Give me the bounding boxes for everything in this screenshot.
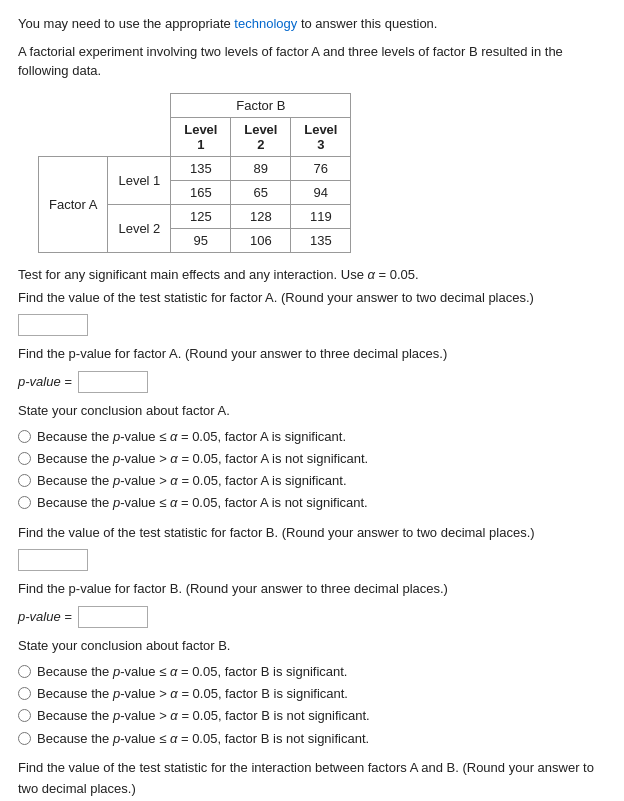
experiment-description: A factorial experiment involving two lev… (18, 42, 606, 81)
cell-a2b3-r1: 119 (291, 204, 351, 228)
cell-a1b1-r2: 165 (171, 180, 231, 204)
factor-b-statistic-instruction: Find the value of the test statistic for… (18, 523, 606, 544)
factor-a-option-2-text: Because the p-value > α = 0.05, factor A… (37, 450, 368, 468)
factor-a-option-1[interactable]: Because the p-value ≤ α = 0.05, factor A… (18, 428, 606, 446)
factor-b-option-1-text: Because the p-value ≤ α = 0.05, factor B… (37, 663, 347, 681)
factor-b-pvalue-input[interactable] (78, 606, 148, 628)
col-header-2: Level 2 (231, 117, 291, 156)
cell-a2b1-r1: 125 (171, 204, 231, 228)
factor-a-option-4-text: Because the p-value ≤ α = 0.05, factor A… (37, 494, 368, 512)
factor-a-radio-group: Because the p-value ≤ α = 0.05, factor A… (18, 428, 606, 513)
factor-b-conclusion-label: State your conclusion about factor B. (18, 636, 606, 657)
factor-b-option-3[interactable]: Because the p-value > α = 0.05, factor B… (18, 707, 606, 725)
factor-a-radio-1[interactable] (18, 430, 31, 443)
factor-b-radio-1[interactable] (18, 665, 31, 678)
factor-a-radio-3[interactable] (18, 474, 31, 487)
factor-b-option-4[interactable]: Because the p-value ≤ α = 0.05, factor B… (18, 730, 606, 748)
level1-label: Level 1 (108, 156, 171, 204)
factor-b-radio-3[interactable] (18, 709, 31, 722)
interaction-section: Find the value of the test statistic for… (18, 758, 606, 801)
factor-b-statistic-input[interactable] (18, 549, 88, 571)
factor-a-pvalue-instruction: Find the p-value for factor A. (Round yo… (18, 344, 606, 365)
data-table: Factor B Level 1 Level 2 Level 3 Factor … (38, 93, 351, 253)
factor-a-statistic-input[interactable] (18, 314, 88, 336)
cell-a2b1-r2: 95 (171, 228, 231, 252)
factor-b-section: Find the value of the test statistic for… (18, 523, 606, 748)
factor-b-radio-4[interactable] (18, 732, 31, 745)
cell-a2b3-r2: 135 (291, 228, 351, 252)
factor-b-header: Factor B (171, 93, 351, 117)
intro-line1: You may need to use the appropriate tech… (18, 14, 606, 34)
factor-b-pvalue-row: p-value = (18, 606, 606, 628)
factor-b-option-2[interactable]: Because the p-value > α = 0.05, factor B… (18, 685, 606, 703)
factor-a-radio-2[interactable] (18, 452, 31, 465)
factor-a-option-3[interactable]: Because the p-value > α = 0.05, factor A… (18, 472, 606, 490)
factor-b-option-1[interactable]: Because the p-value ≤ α = 0.05, factor B… (18, 663, 606, 681)
col-header-3: Level 3 (291, 117, 351, 156)
factor-a-pvalue-label: p-value = (18, 372, 72, 393)
factor-a-section: Find the value of the test statistic for… (18, 288, 606, 513)
factor-a-conclusion-label: State your conclusion about factor A. (18, 401, 606, 422)
cell-a1b1-r1: 135 (171, 156, 231, 180)
cell-a2b2-r1: 128 (231, 204, 291, 228)
test-instruction: Test for any significant main effects an… (18, 267, 606, 282)
factor-b-option-2-text: Because the p-value > α = 0.05, factor B… (37, 685, 348, 703)
cell-a1b2-r1: 89 (231, 156, 291, 180)
cell-a1b2-r2: 65 (231, 180, 291, 204)
cell-a2b2-r2: 106 (231, 228, 291, 252)
factor-a-pvalue-row: p-value = (18, 371, 606, 393)
level2-label: Level 2 (108, 204, 171, 252)
technology-link[interactable]: technology (234, 16, 297, 31)
factor-a-radio-4[interactable] (18, 496, 31, 509)
factor-b-radio-2[interactable] (18, 687, 31, 700)
factor-b-radio-group: Because the p-value ≤ α = 0.05, factor B… (18, 663, 606, 748)
factor-a-option-2[interactable]: Because the p-value > α = 0.05, factor A… (18, 450, 606, 468)
factor-a-option-4[interactable]: Because the p-value ≤ α = 0.05, factor A… (18, 494, 606, 512)
factor-a-option-1-text: Because the p-value ≤ α = 0.05, factor A… (37, 428, 346, 446)
factor-a-option-3-text: Because the p-value > α = 0.05, factor A… (37, 472, 347, 490)
factor-b-option-4-text: Because the p-value ≤ α = 0.05, factor B… (37, 730, 369, 748)
cell-a1b3-r2: 94 (291, 180, 351, 204)
interaction-statistic-instruction: Find the value of the test statistic for… (18, 758, 606, 800)
factor-b-pvalue-label: p-value = (18, 607, 72, 628)
factor-b-option-3-text: Because the p-value > α = 0.05, factor B… (37, 707, 370, 725)
col-header-1: Level 1 (171, 117, 231, 156)
data-table-wrapper: Factor B Level 1 Level 2 Level 3 Factor … (18, 93, 606, 253)
factor-a-statistic-instruction: Find the value of the test statistic for… (18, 288, 606, 309)
cell-a1b3-r1: 76 (291, 156, 351, 180)
factor-b-pvalue-instruction: Find the p-value for factor B. (Round yo… (18, 579, 606, 600)
factor-a-label: Factor A (39, 156, 108, 252)
factor-a-pvalue-input[interactable] (78, 371, 148, 393)
